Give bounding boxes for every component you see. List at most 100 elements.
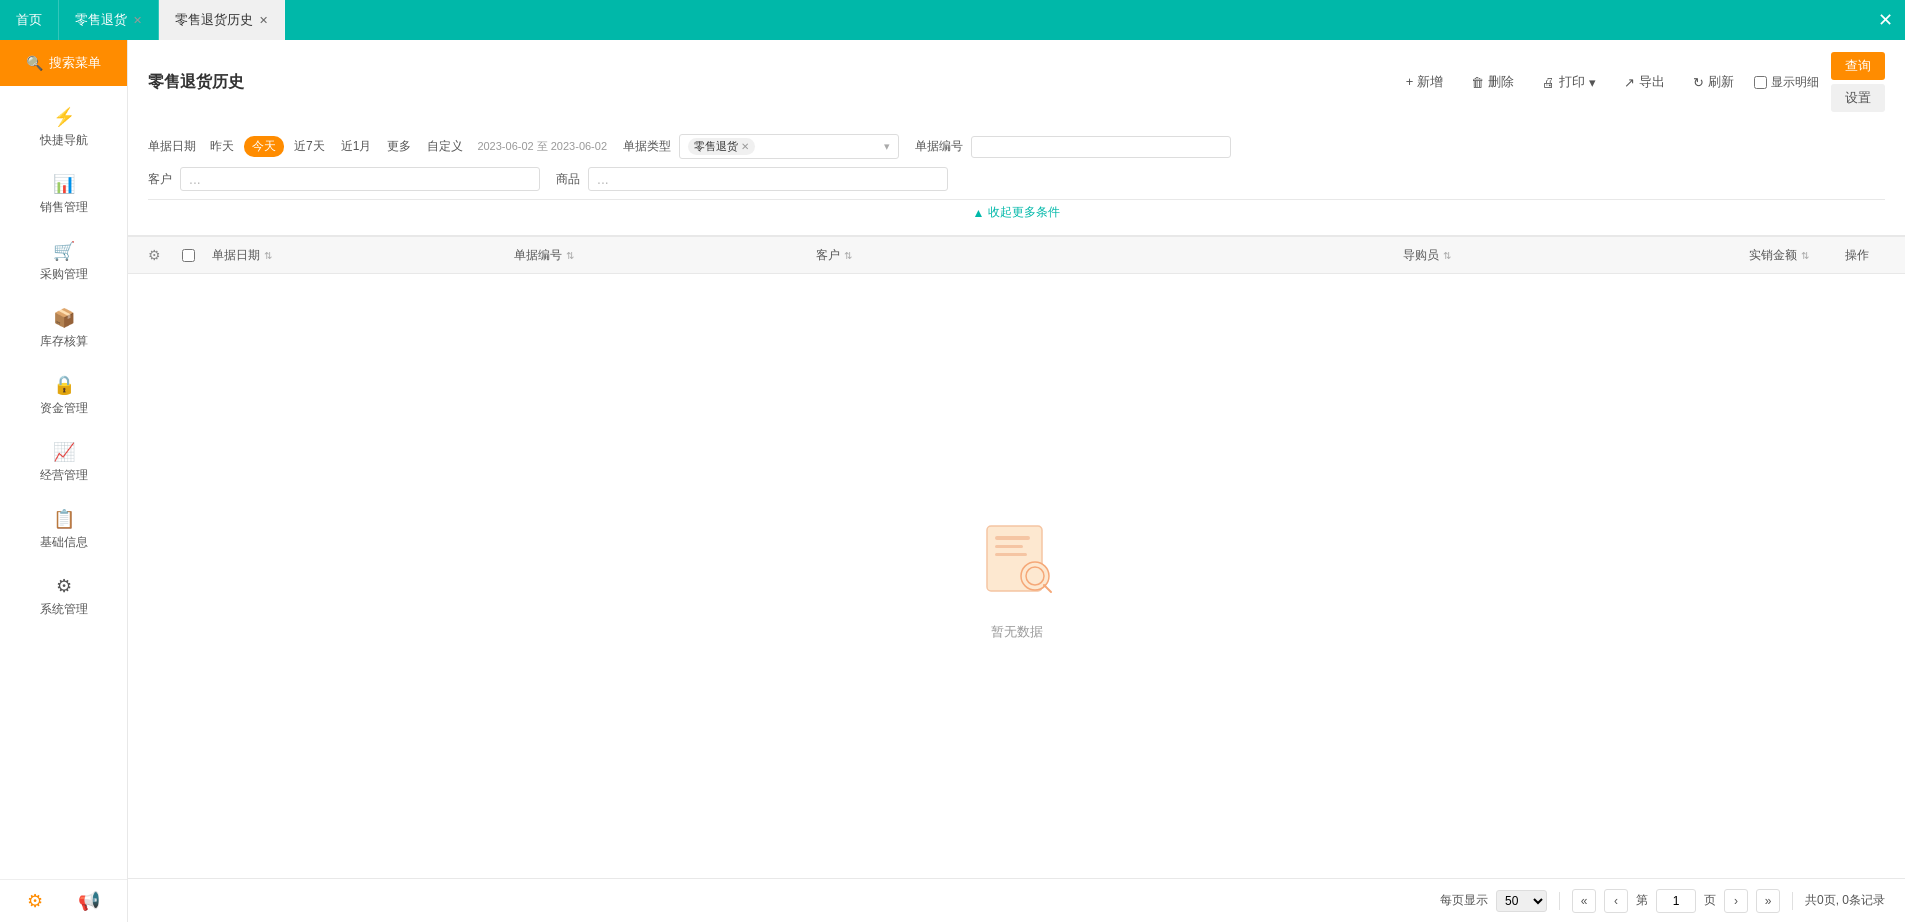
th-guide-label: 导购员 xyxy=(1403,247,1439,264)
table-container: ⚙ 单据日期 ⇅ 单据编号 ⇅ 客户 ⇅ 导购员 xyxy=(128,236,1905,878)
date-filter-label: 单据日期 xyxy=(148,138,196,155)
customer-filter-label: 客户 xyxy=(148,171,172,188)
th-customer[interactable]: 客户 ⇅ xyxy=(808,247,1396,264)
voucher-filter-item: 单据编号 xyxy=(915,136,1231,158)
select-all-checkbox[interactable] xyxy=(182,249,195,262)
date-btn-7days[interactable]: 近7天 xyxy=(288,136,331,157)
tab-retail-return[interactable]: 零售退货 ✕ xyxy=(59,0,159,40)
th-customer-sort-icon: ⇅ xyxy=(844,250,852,261)
display-switch: 显示明细 xyxy=(1754,74,1819,91)
date-btn-more[interactable]: 更多 xyxy=(381,136,417,157)
tab-home[interactable]: 首页 xyxy=(0,0,59,40)
page-input[interactable] xyxy=(1656,889,1696,913)
th-voucher[interactable]: 单据编号 ⇅ xyxy=(506,247,808,264)
sidebar-speaker-icon[interactable]: 📢 xyxy=(78,890,100,912)
voucher-filter-input[interactable] xyxy=(971,136,1231,158)
customer-filter-item: 客户 ... xyxy=(148,167,540,191)
date-filter-item: 单据日期 昨天 今天 近7天 近1月 更多 自定义 2023-06-02 至 2… xyxy=(148,136,607,157)
th-guide[interactable]: 导购员 ⇅ xyxy=(1395,247,1697,264)
date-btn-yesterday[interactable]: 昨天 xyxy=(204,136,240,157)
th-settings-icon[interactable]: ⚙ xyxy=(136,247,172,263)
sidebar-item-quick-nav[interactable]: ⚡ 快捷导航 xyxy=(0,94,127,161)
sidebar-item-finance-label: 资金管理 xyxy=(40,400,88,417)
sidebar-item-inventory-label: 库存核算 xyxy=(40,333,88,350)
type-filter-item: 单据类型 零售退货 ✕ ▾ xyxy=(623,134,899,159)
display-checkbox[interactable] xyxy=(1754,76,1767,89)
refresh-button[interactable]: ↻ 刷新 xyxy=(1685,69,1742,95)
new-button-label: + 新增 xyxy=(1406,73,1443,91)
date-btn-custom[interactable]: 自定义 xyxy=(421,136,469,157)
sidebar-item-operations[interactable]: 📈 经营管理 xyxy=(0,429,127,496)
sidebar-item-inventory[interactable]: 📦 库存核算 xyxy=(0,295,127,362)
sidebar-item-finance[interactable]: 🔒 资金管理 xyxy=(0,362,127,429)
empty-state: 暂无数据 xyxy=(128,274,1905,878)
export-button-label: 导出 xyxy=(1639,73,1665,91)
sidebar-item-sales-mgmt-label: 销售管理 xyxy=(40,199,88,216)
search-icon: 🔍 xyxy=(26,55,43,71)
date-filter-buttons: 昨天 今天 近7天 近1月 更多 自定义 2023-06-02 至 2023-0… xyxy=(204,136,607,157)
sidebar-item-purchase-mgmt[interactable]: 🛒 采购管理 xyxy=(0,228,127,295)
date-btn-today[interactable]: 今天 xyxy=(244,136,284,157)
type-filter-tag-close[interactable]: ✕ xyxy=(741,141,749,152)
system-icon: ⚙ xyxy=(56,575,72,597)
main-layout: 🔍 搜索菜单 ⚡ 快捷导航 📊 销售管理 🛒 采购管理 📦 库存核算 🔒 xyxy=(0,40,1905,922)
svg-line-6 xyxy=(1044,585,1051,592)
th-amount[interactable]: 实销金额 ⇅ xyxy=(1697,247,1817,264)
customer-filter-select[interactable]: ... xyxy=(180,167,540,191)
settings-button[interactable]: 设置 xyxy=(1831,84,1885,112)
th-date-sort-icon: ⇅ xyxy=(264,250,272,261)
print-button-label: 打印 xyxy=(1559,73,1585,91)
sidebar-bottom: ⚙ 📢 xyxy=(0,879,127,922)
pagination: 每页显示 50 10 20 100 « ‹ 第 页 › » 共0页, 0条记录 xyxy=(128,878,1905,922)
tab-retail-return-history[interactable]: 零售退货历史 ✕ xyxy=(159,0,285,40)
th-customer-label: 客户 xyxy=(816,247,840,264)
customer-placeholder: ... xyxy=(189,171,201,187)
type-filter-select[interactable]: 零售退货 ✕ ▾ xyxy=(679,134,899,159)
sidebar: 🔍 搜索菜单 ⚡ 快捷导航 📊 销售管理 🛒 采购管理 📦 库存核算 🔒 xyxy=(0,40,128,922)
date-btn-1month[interactable]: 近1月 xyxy=(335,136,378,157)
sidebar-item-base-info[interactable]: 📋 基础信息 xyxy=(0,496,127,563)
empty-text: 暂无数据 xyxy=(991,623,1043,641)
th-actions: 操作 xyxy=(1817,247,1897,264)
sidebar-item-purchase-mgmt-label: 采购管理 xyxy=(40,266,88,283)
next-page-button[interactable]: › xyxy=(1724,889,1748,913)
sidebar-search-button[interactable]: 🔍 搜索菜单 xyxy=(0,40,127,86)
first-page-button[interactable]: « xyxy=(1572,889,1596,913)
export-icon: ↗ xyxy=(1624,75,1635,90)
export-button[interactable]: ↗ 导出 xyxy=(1616,69,1673,95)
sidebar-nav: ⚡ 快捷导航 📊 销售管理 🛒 采购管理 📦 库存核算 🔒 资金管理 📈 xyxy=(0,86,127,879)
tab-retail-return-close[interactable]: ✕ xyxy=(133,14,142,27)
print-button[interactable]: 🖨 打印 ▾ xyxy=(1534,69,1604,95)
th-select-all[interactable] xyxy=(172,249,204,262)
sidebar-item-operations-label: 经营管理 xyxy=(40,467,88,484)
th-date[interactable]: 单据日期 ⇅ xyxy=(204,247,506,264)
page-suffix: 页 xyxy=(1704,892,1716,909)
th-amount-sort-icon: ⇅ xyxy=(1801,250,1809,261)
delete-button[interactable]: 🗑 删除 xyxy=(1463,69,1522,95)
goods-filter-select[interactable]: ... xyxy=(588,167,948,191)
sidebar-item-sales-mgmt[interactable]: 📊 销售管理 xyxy=(0,161,127,228)
per-page-select[interactable]: 50 10 20 100 xyxy=(1496,890,1547,912)
filter-row-2: 客户 ... 商品 ... xyxy=(148,167,1885,191)
new-button[interactable]: + 新增 xyxy=(1398,69,1451,95)
collapse-button[interactable]: ▲ 收起更多条件 xyxy=(148,199,1885,225)
delete-button-label: 删除 xyxy=(1488,73,1514,91)
gear-icon: ⚙ xyxy=(148,247,161,263)
sales-mgmt-icon: 📊 xyxy=(53,173,75,195)
display-switch-label: 显示明细 xyxy=(1771,74,1819,91)
window-close-button[interactable]: ✕ xyxy=(1865,0,1905,40)
type-filter-dropdown-icon: ▾ xyxy=(884,140,890,153)
tab-retail-return-history-close[interactable]: ✕ xyxy=(259,14,268,27)
quick-nav-icon: ⚡ xyxy=(53,106,75,128)
pagination-divider-2 xyxy=(1792,892,1793,910)
page-title: 零售退货历史 xyxy=(148,72,244,93)
prev-page-button[interactable]: ‹ xyxy=(1604,889,1628,913)
last-page-button[interactable]: » xyxy=(1756,889,1780,913)
purchase-mgmt-icon: 🛒 xyxy=(53,240,75,262)
total-label: 共0页, 0条记录 xyxy=(1805,892,1885,909)
sidebar-settings-icon[interactable]: ⚙ xyxy=(27,890,43,912)
query-button[interactable]: 查询 xyxy=(1831,52,1885,80)
pagination-divider-1 xyxy=(1559,892,1560,910)
sidebar-item-system[interactable]: ⚙ 系统管理 xyxy=(0,563,127,630)
refresh-button-label: 刷新 xyxy=(1708,73,1734,91)
